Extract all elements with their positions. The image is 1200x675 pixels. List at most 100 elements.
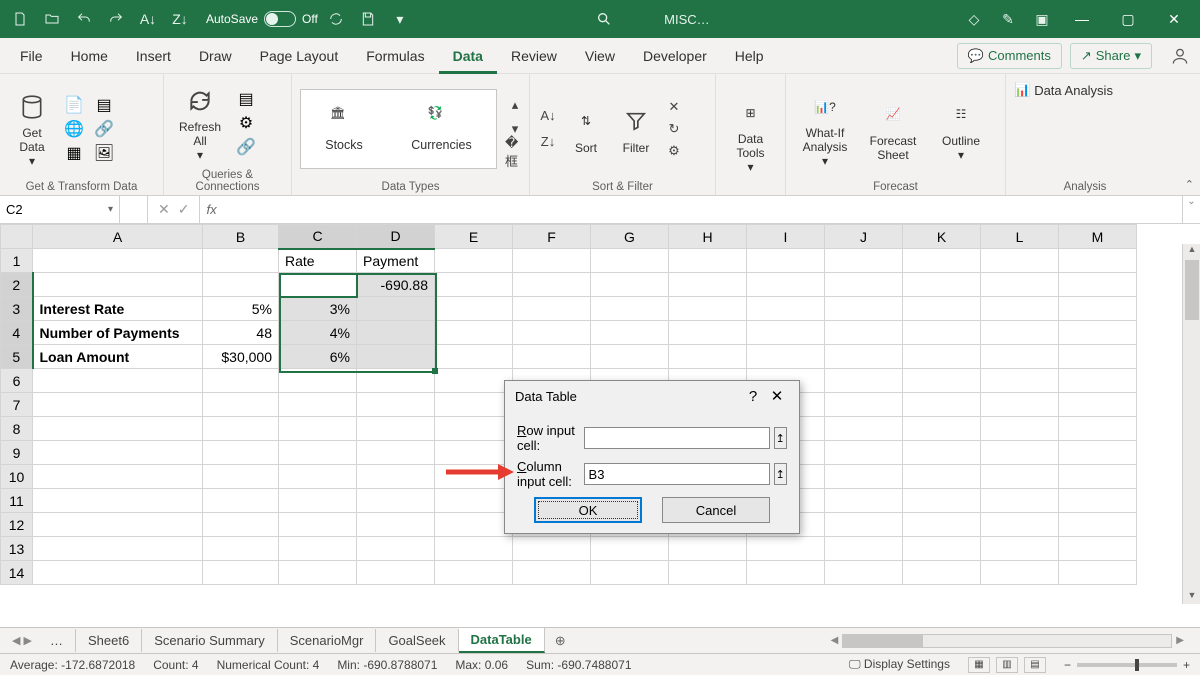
sort-desc-icon[interactable]: Z↓: [166, 5, 194, 33]
edit-links-icon[interactable]: 🔗: [234, 136, 258, 158]
zoom-in-button[interactable]: +: [1183, 658, 1190, 672]
toggle-switch[interactable]: [264, 11, 296, 27]
data-tools-button[interactable]: ⊞ Data Tools▾: [724, 96, 777, 174]
refresh-icon[interactable]: [322, 5, 350, 33]
tab-view[interactable]: View: [571, 38, 629, 74]
cell-c5[interactable]: 6%: [279, 345, 357, 369]
cell-d2[interactable]: -690.88: [357, 273, 435, 297]
tab-developer[interactable]: Developer: [629, 38, 721, 74]
row-header-11[interactable]: 11: [1, 489, 33, 513]
col-ref-picker-icon[interactable]: ↥: [774, 463, 787, 485]
from-picture-icon[interactable]: 🖼: [92, 142, 116, 164]
cancel-button[interactable]: Cancel: [662, 497, 770, 523]
col-header-c[interactable]: C: [279, 225, 357, 249]
hscroll-thumb[interactable]: [843, 635, 923, 647]
collapse-ribbon-icon[interactable]: ⌃: [1185, 178, 1194, 191]
col-header-m[interactable]: M: [1059, 225, 1137, 249]
page-break-view-button[interactable]: ▤: [1024, 657, 1046, 673]
col-header-f[interactable]: F: [513, 225, 591, 249]
sheet-tab-scenario-summary[interactable]: Scenario Summary: [142, 629, 278, 652]
sheet-tab-goalseek[interactable]: GoalSeek: [376, 629, 458, 652]
expand-formula-icon[interactable]: ⌄: [1182, 196, 1200, 223]
row-header-5[interactable]: 5: [1, 345, 33, 369]
new-file-icon[interactable]: [6, 5, 34, 33]
col-header-b[interactable]: B: [203, 225, 279, 249]
horizontal-scrollbar[interactable]: ◀ ▶: [576, 634, 1194, 648]
dialog-help-icon[interactable]: ?: [741, 388, 765, 405]
sheet-tab-more[interactable]: …: [38, 629, 76, 652]
close-button[interactable]: ✕: [1154, 3, 1194, 35]
ok-button[interactable]: OK: [534, 497, 642, 523]
what-if-button[interactable]: 📊? What-If Analysis▾: [794, 90, 856, 168]
row-input-cell-field[interactable]: [584, 427, 770, 449]
scroll-thumb[interactable]: [1185, 260, 1199, 320]
properties-icon[interactable]: ⚙: [234, 112, 258, 134]
sheet-tab-datatable[interactable]: DataTable: [459, 628, 545, 653]
existing-conn-icon[interactable]: 🔗: [92, 118, 116, 140]
user-account-icon[interactable]: [1166, 42, 1194, 70]
tab-data[interactable]: Data: [439, 38, 497, 74]
save-icon[interactable]: [354, 5, 382, 33]
col-header-d[interactable]: D: [357, 225, 435, 249]
tab-draw[interactable]: Draw: [185, 38, 246, 74]
clear-filter-icon[interactable]: ✕: [664, 97, 684, 117]
comments-button[interactable]: 💬 Comments: [957, 43, 1062, 69]
col-header-i[interactable]: I: [747, 225, 825, 249]
vertical-scrollbar[interactable]: ▲ ▼: [1182, 244, 1200, 604]
zoom-control[interactable]: − +: [1064, 658, 1190, 672]
recent-sources-icon[interactable]: ▤: [92, 94, 116, 116]
col-header-l[interactable]: L: [981, 225, 1059, 249]
refresh-all-button[interactable]: Refresh All▾: [172, 84, 228, 162]
tab-formulas[interactable]: Formulas: [352, 38, 438, 74]
col-header-g[interactable]: G: [591, 225, 669, 249]
data-types-gallery[interactable]: 🏛 Stocks 💱 Currencies: [300, 89, 497, 169]
queries-pane-icon[interactable]: ▤: [234, 88, 258, 110]
sheet-nav[interactable]: ◀ ▶: [6, 634, 38, 647]
stocks-type[interactable]: 🏛 Stocks: [325, 106, 363, 152]
row-header-13[interactable]: 13: [1, 537, 33, 561]
col-header-e[interactable]: E: [435, 225, 513, 249]
from-table-icon[interactable]: ▦: [62, 142, 86, 164]
cell-c1[interactable]: Rate: [279, 249, 357, 273]
diamond-icon[interactable]: ◇: [960, 5, 988, 33]
row-header-4[interactable]: 4: [1, 321, 33, 345]
advanced-filter-icon[interactable]: ⚙: [664, 141, 684, 161]
redo-icon[interactable]: [102, 5, 130, 33]
sort-za-icon[interactable]: Z↓: [538, 132, 558, 152]
name-box[interactable]: C2: [0, 196, 120, 223]
column-input-cell-field[interactable]: [584, 463, 770, 485]
tab-file[interactable]: File: [6, 38, 57, 74]
tab-insert[interactable]: Insert: [122, 38, 185, 74]
cell-d4[interactable]: [357, 321, 435, 345]
qat-dropdown-icon[interactable]: ▾: [386, 5, 414, 33]
fx-icon[interactable]: fx: [200, 196, 222, 223]
sheet-tab-scenariomgr[interactable]: ScenarioMgr: [278, 629, 377, 652]
normal-view-button[interactable]: ▦: [968, 657, 990, 673]
tab-home[interactable]: Home: [57, 38, 122, 74]
from-text-icon[interactable]: 📄: [62, 94, 86, 116]
cell-a3[interactable]: Interest Rate: [33, 297, 203, 321]
row-header-3[interactable]: 3: [1, 297, 33, 321]
scroll-up-icon[interactable]: ▲: [1183, 244, 1200, 258]
zoom-slider[interactable]: [1077, 663, 1177, 667]
cell-a5[interactable]: Loan Amount: [33, 345, 203, 369]
row-header-7[interactable]: 7: [1, 393, 33, 417]
window-icon[interactable]: ▣: [1028, 5, 1056, 33]
cell-d1[interactable]: Payment: [357, 249, 435, 273]
from-web-icon[interactable]: 🌐: [62, 118, 86, 140]
col-header-k[interactable]: K: [903, 225, 981, 249]
dialog-close-icon[interactable]: ✕: [765, 387, 789, 405]
tab-page-layout[interactable]: Page Layout: [246, 38, 353, 74]
maximize-button[interactable]: ▢: [1108, 3, 1148, 35]
share-button[interactable]: ↗ Share ▾: [1070, 43, 1152, 69]
undo-icon[interactable]: [70, 5, 98, 33]
row-header-8[interactable]: 8: [1, 417, 33, 441]
scroll-down-icon[interactable]: ▼: [1183, 590, 1200, 604]
row-header-12[interactable]: 12: [1, 513, 33, 537]
col-header-j[interactable]: J: [825, 225, 903, 249]
row-header-6[interactable]: 6: [1, 369, 33, 393]
dialog-titlebar[interactable]: Data Table ? ✕: [505, 381, 799, 411]
sort-asc-icon[interactable]: A↓: [134, 5, 162, 33]
open-file-icon[interactable]: [38, 5, 66, 33]
forecast-sheet-button[interactable]: 📈 Forecast Sheet: [862, 90, 924, 168]
